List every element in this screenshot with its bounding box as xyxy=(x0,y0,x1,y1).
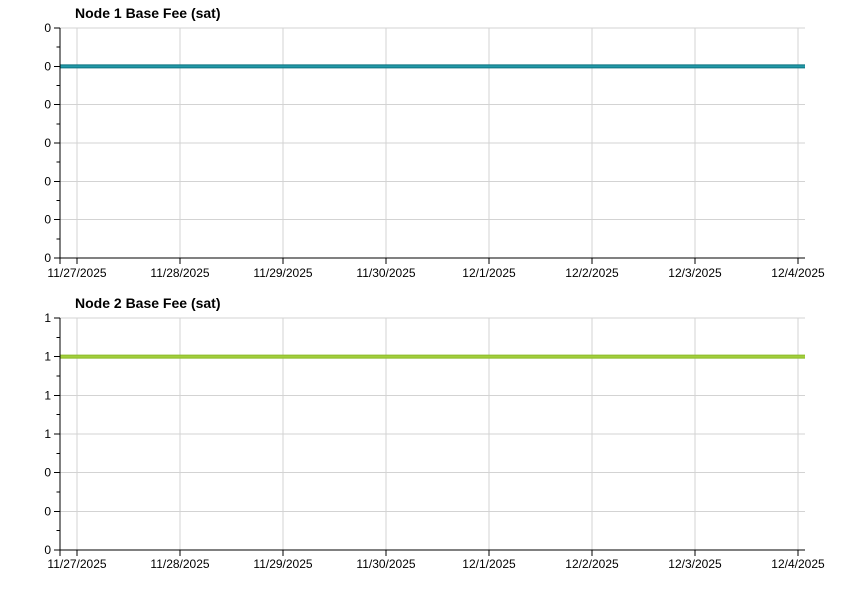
x-tick-label: 11/28/2025 xyxy=(150,266,209,280)
x-tick-label: 11/27/2025 xyxy=(47,266,106,280)
x-tick-label: 12/2/2025 xyxy=(565,557,619,571)
x-tick-label: 12/1/2025 xyxy=(462,266,516,280)
x-tick-label: 11/29/2025 xyxy=(253,557,312,571)
y-tick-label: 0 xyxy=(44,543,51,557)
x-tick-label: 12/3/2025 xyxy=(668,557,722,571)
x-tick-label: 12/4/2025 xyxy=(771,266,825,280)
x-tick-label: 12/1/2025 xyxy=(462,557,516,571)
y-tick-label: 0 xyxy=(44,504,51,518)
y-tick-label: 0 xyxy=(44,59,51,73)
y-tick-label: 0 xyxy=(44,466,51,480)
dual-chart-panel: 000000011/27/202511/28/202511/29/202511/… xyxy=(0,0,860,600)
y-tick-label: 0 xyxy=(44,98,51,112)
y-tick-label: 0 xyxy=(44,213,51,227)
y-tick-label: 1 xyxy=(44,311,51,325)
x-tick-label: 12/4/2025 xyxy=(771,557,825,571)
x-tick-label: 11/29/2025 xyxy=(253,266,312,280)
y-tick-label: 1 xyxy=(44,427,51,441)
x-tick-label: 11/28/2025 xyxy=(150,557,209,571)
y-tick-label: 1 xyxy=(44,350,51,364)
x-tick-label: 11/30/2025 xyxy=(356,266,415,280)
y-tick-label: 0 xyxy=(44,251,51,265)
x-tick-label: 11/27/2025 xyxy=(47,557,106,571)
y-tick-label: 0 xyxy=(44,174,51,188)
node2-chart-title: Node 2 Base Fee (sat) xyxy=(75,295,221,312)
y-tick-label: 0 xyxy=(44,136,51,150)
x-tick-label: 12/2/2025 xyxy=(565,266,619,280)
node1-chart-title: Node 1 Base Fee (sat) xyxy=(75,5,221,22)
x-tick-label: 12/3/2025 xyxy=(668,266,722,280)
x-tick-label: 11/30/2025 xyxy=(356,557,415,571)
y-tick-label: 0 xyxy=(44,21,51,35)
y-tick-label: 1 xyxy=(44,388,51,402)
